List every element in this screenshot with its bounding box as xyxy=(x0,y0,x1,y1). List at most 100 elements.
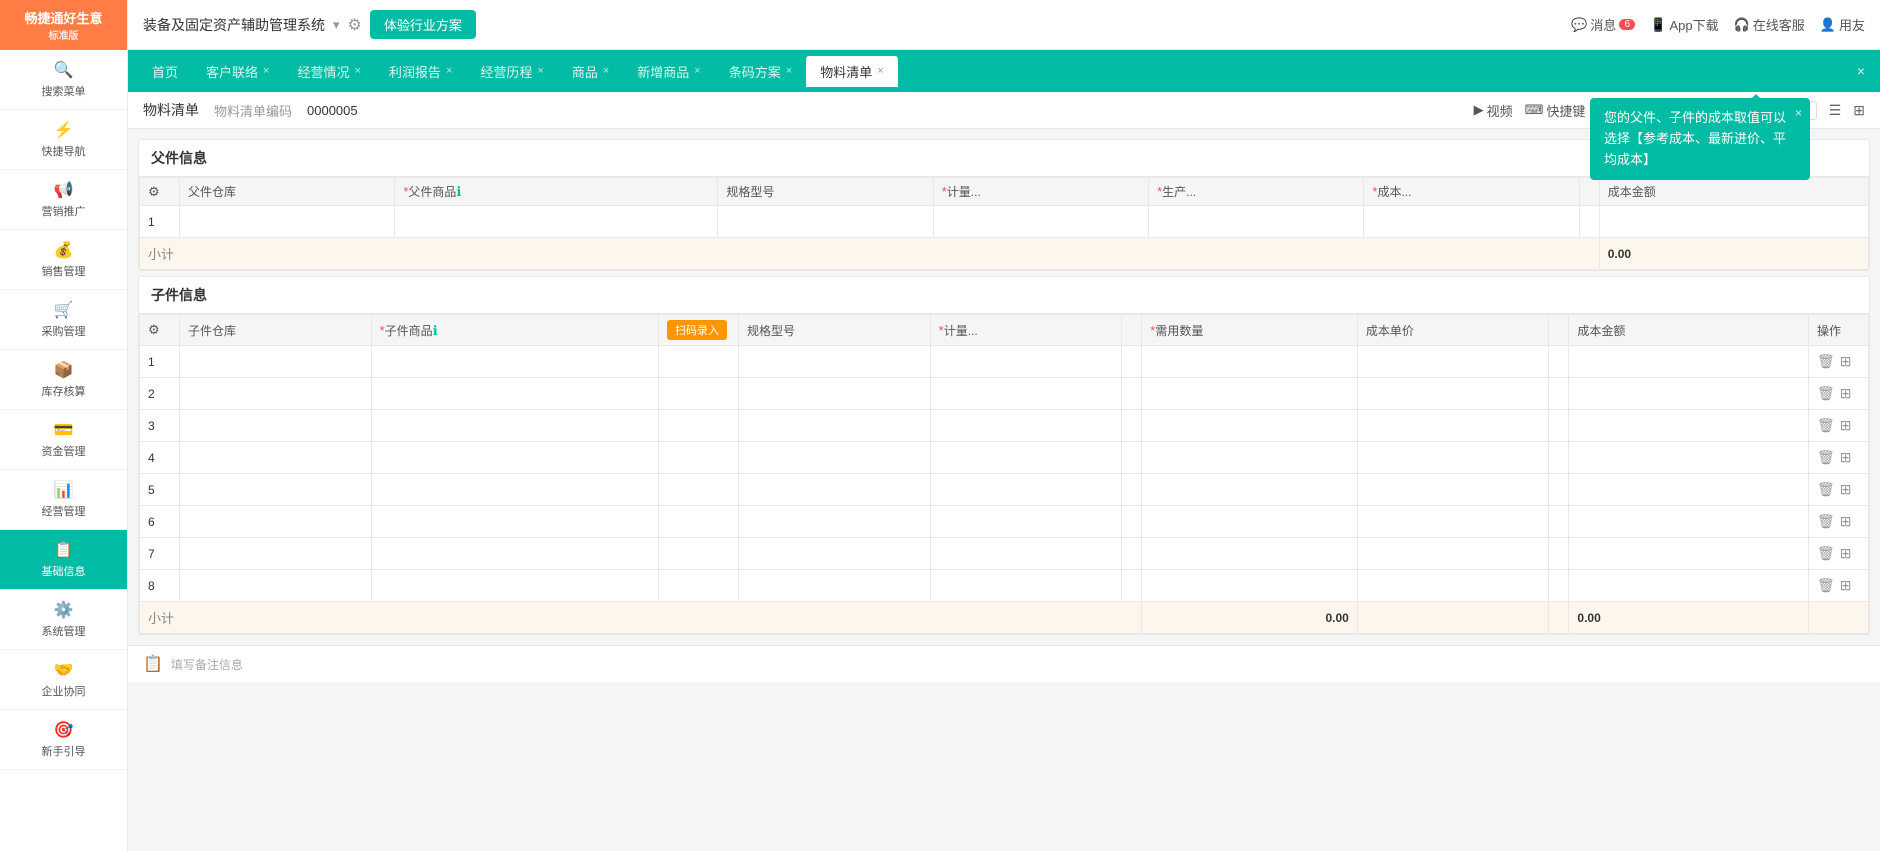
delete-icon-5[interactable]: 🗑 xyxy=(1817,481,1835,498)
th-gear-parent[interactable]: ⚙ xyxy=(140,178,180,206)
child-row-1-product[interactable] xyxy=(371,346,658,378)
copy-icon-6[interactable]: ⊞ xyxy=(1840,513,1852,530)
tab-operation-close[interactable]: × xyxy=(354,65,360,77)
child-row-1-scan xyxy=(659,346,739,378)
message-btn[interactable]: 💬 消息 6 xyxy=(1571,15,1635,34)
tab-history-close[interactable]: × xyxy=(537,65,543,77)
scan-btn[interactable]: 扫码录入 xyxy=(667,320,727,340)
child-row-1-spec[interactable] xyxy=(739,346,931,378)
copy-icon-7[interactable]: ⊞ xyxy=(1840,545,1852,562)
nav-close-all[interactable]: × xyxy=(1852,63,1870,79)
child-row-2-spec[interactable] xyxy=(739,378,931,410)
th-parent-qty: *计量... xyxy=(933,178,1148,206)
user-btn[interactable]: 👤 用友 xyxy=(1820,15,1865,34)
tab-bom[interactable]: 物料清单 × xyxy=(806,56,897,87)
tab-bom-label: 物料清单 xyxy=(820,62,872,81)
sidebar-item-quicknav[interactable]: ⚡ 快捷导航 xyxy=(0,110,127,170)
child-row-1-qty[interactable] xyxy=(930,346,1122,378)
grid-icon[interactable]: ☰ xyxy=(1829,102,1842,119)
tab-profit-close[interactable]: × xyxy=(446,65,452,77)
tab-new-goods[interactable]: 新增商品 × xyxy=(623,56,714,87)
child-row-1-warehouse[interactable] xyxy=(180,346,372,378)
delete-icon-8[interactable]: 🗑 xyxy=(1817,577,1835,594)
child-row-1-unit-cost[interactable] xyxy=(1357,346,1549,378)
copy-icon-3[interactable]: ⊞ xyxy=(1840,417,1852,434)
online-service-btn[interactable]: 🎧 在线客服 xyxy=(1734,15,1805,34)
tab-new-goods-close[interactable]: × xyxy=(694,65,700,77)
copy-icon-4[interactable]: ⊞ xyxy=(1840,449,1852,466)
sidebar-item-operation[interactable]: 📊 经营管理 xyxy=(0,470,127,530)
delete-icon-1[interactable]: 🗑 xyxy=(1817,353,1835,370)
tab-customer-close[interactable]: × xyxy=(263,65,269,77)
headset-icon: 🎧 xyxy=(1734,17,1750,33)
tab-bom-close[interactable]: × xyxy=(877,65,883,77)
sidebar-item-sales[interactable]: 💰 销售管理 xyxy=(0,230,127,290)
sidebar-item-finance[interactable]: 💳 资金管理 xyxy=(0,410,127,470)
delete-icon-2[interactable]: 🗑 xyxy=(1817,385,1835,402)
breadcrumb-left: 物料清单 物料清单编码 0000005 xyxy=(143,100,358,120)
parent-row-1-spec[interactable] xyxy=(718,206,933,238)
sidebar-item-search[interactable]: 🔍 搜索菜单 xyxy=(0,50,127,110)
shortcut-btn[interactable]: ⌨ 快捷键 xyxy=(1525,101,1586,120)
tab-home[interactable]: 首页 xyxy=(138,56,192,87)
th-child-extra xyxy=(1122,315,1142,346)
tooltip-close[interactable]: × xyxy=(1795,104,1802,123)
parent-row-1-qty[interactable] xyxy=(933,206,1148,238)
child-row-2-unit-cost[interactable] xyxy=(1357,378,1549,410)
gear-icon-child: ⚙ xyxy=(148,322,160,337)
settings-icon[interactable]: ⚙ xyxy=(348,15,362,35)
child-row-2-warehouse[interactable] xyxy=(180,378,372,410)
copy-icon-2[interactable]: ⊞ xyxy=(1840,385,1852,402)
delete-icon-4[interactable]: 🗑 xyxy=(1817,449,1835,466)
parent-subtotal-amount: 0.00 xyxy=(1599,238,1868,270)
trial-btn[interactable]: 体验行业方案 xyxy=(370,10,476,39)
child-row-1-need-qty[interactable] xyxy=(1142,346,1358,378)
child-row-2-need-qty[interactable] xyxy=(1142,378,1358,410)
sidebar-item-enterprise[interactable]: 🤝 企业协同 xyxy=(0,650,127,710)
delete-icon-3[interactable]: 🗑 xyxy=(1817,417,1835,434)
video-btn[interactable]: ▶ 视频 xyxy=(1474,101,1513,120)
child-row-1-cost-extra xyxy=(1549,346,1569,378)
child-row-7-ops: 🗑 ⊞ xyxy=(1809,538,1869,570)
enterprise-icon: 🤝 xyxy=(54,660,74,680)
th-parent-spec: 规格型号 xyxy=(718,178,933,206)
child-section-title: 子件信息 xyxy=(139,277,1869,314)
delete-icon-6[interactable]: 🗑 xyxy=(1817,513,1835,530)
sidebar-item-purchase[interactable]: 🛒 采购管理 xyxy=(0,290,127,350)
system-dropdown-icon[interactable]: ▾ xyxy=(333,17,340,33)
tab-goods[interactable]: 商品 × xyxy=(558,56,623,87)
child-row-6-ops: 🗑 ⊞ xyxy=(1809,506,1869,538)
note-text[interactable]: 填写备注信息 xyxy=(171,656,243,673)
copy-icon-8[interactable]: ⊞ xyxy=(1840,577,1852,594)
sidebar-item-inventory[interactable]: 📦 库存核算 xyxy=(0,350,127,410)
tab-profit-label: 利润报告 xyxy=(389,62,441,81)
tab-goods-close[interactable]: × xyxy=(603,65,609,77)
parent-row-1-prod[interactable] xyxy=(1149,206,1364,238)
tab-history[interactable]: 经营历程 × xyxy=(466,56,557,87)
sidebar-item-guide[interactable]: 🎯 新手引导 xyxy=(0,710,127,770)
tab-customer-label: 客户联络 xyxy=(206,62,258,81)
tab-operation[interactable]: 经营情况 × xyxy=(283,56,374,87)
tab-customer[interactable]: 客户联络 × xyxy=(192,56,283,87)
sidebar-item-system[interactable]: ⚙️ 系统管理 xyxy=(0,590,127,650)
parent-row-1-warehouse[interactable] xyxy=(180,206,395,238)
delete-icon-7[interactable]: 🗑 xyxy=(1817,545,1835,562)
app-download-btn[interactable]: 📱 App下载 xyxy=(1650,15,1718,34)
parent-row-1-product[interactable] xyxy=(395,206,718,238)
parent-row-1-extra xyxy=(1579,206,1599,238)
sidebar-item-marketing[interactable]: 📢 营销推广 xyxy=(0,170,127,230)
copy-icon-5[interactable]: ⊞ xyxy=(1840,481,1852,498)
th-gear-child[interactable]: ⚙ xyxy=(140,315,180,346)
child-row-2-ops: 🗑 ⊞ xyxy=(1809,378,1869,410)
child-row-6: 6 🗑 ⊞ xyxy=(140,506,1869,538)
th-parent-product: *父件商品ℹ xyxy=(395,178,718,206)
list-icon[interactable]: ⊞ xyxy=(1853,102,1865,119)
child-row-2-product[interactable] xyxy=(371,378,658,410)
parent-row-1-cost[interactable] xyxy=(1364,206,1579,238)
copy-icon-1[interactable]: ⊞ xyxy=(1840,353,1852,370)
tab-barcode[interactable]: 条码方案 × xyxy=(715,56,806,87)
tab-profit[interactable]: 利润报告 × xyxy=(375,56,466,87)
sidebar-item-basic[interactable]: 📋 基础信息 xyxy=(0,530,127,590)
child-row-2-qty[interactable] xyxy=(930,378,1122,410)
tab-barcode-close[interactable]: × xyxy=(786,65,792,77)
